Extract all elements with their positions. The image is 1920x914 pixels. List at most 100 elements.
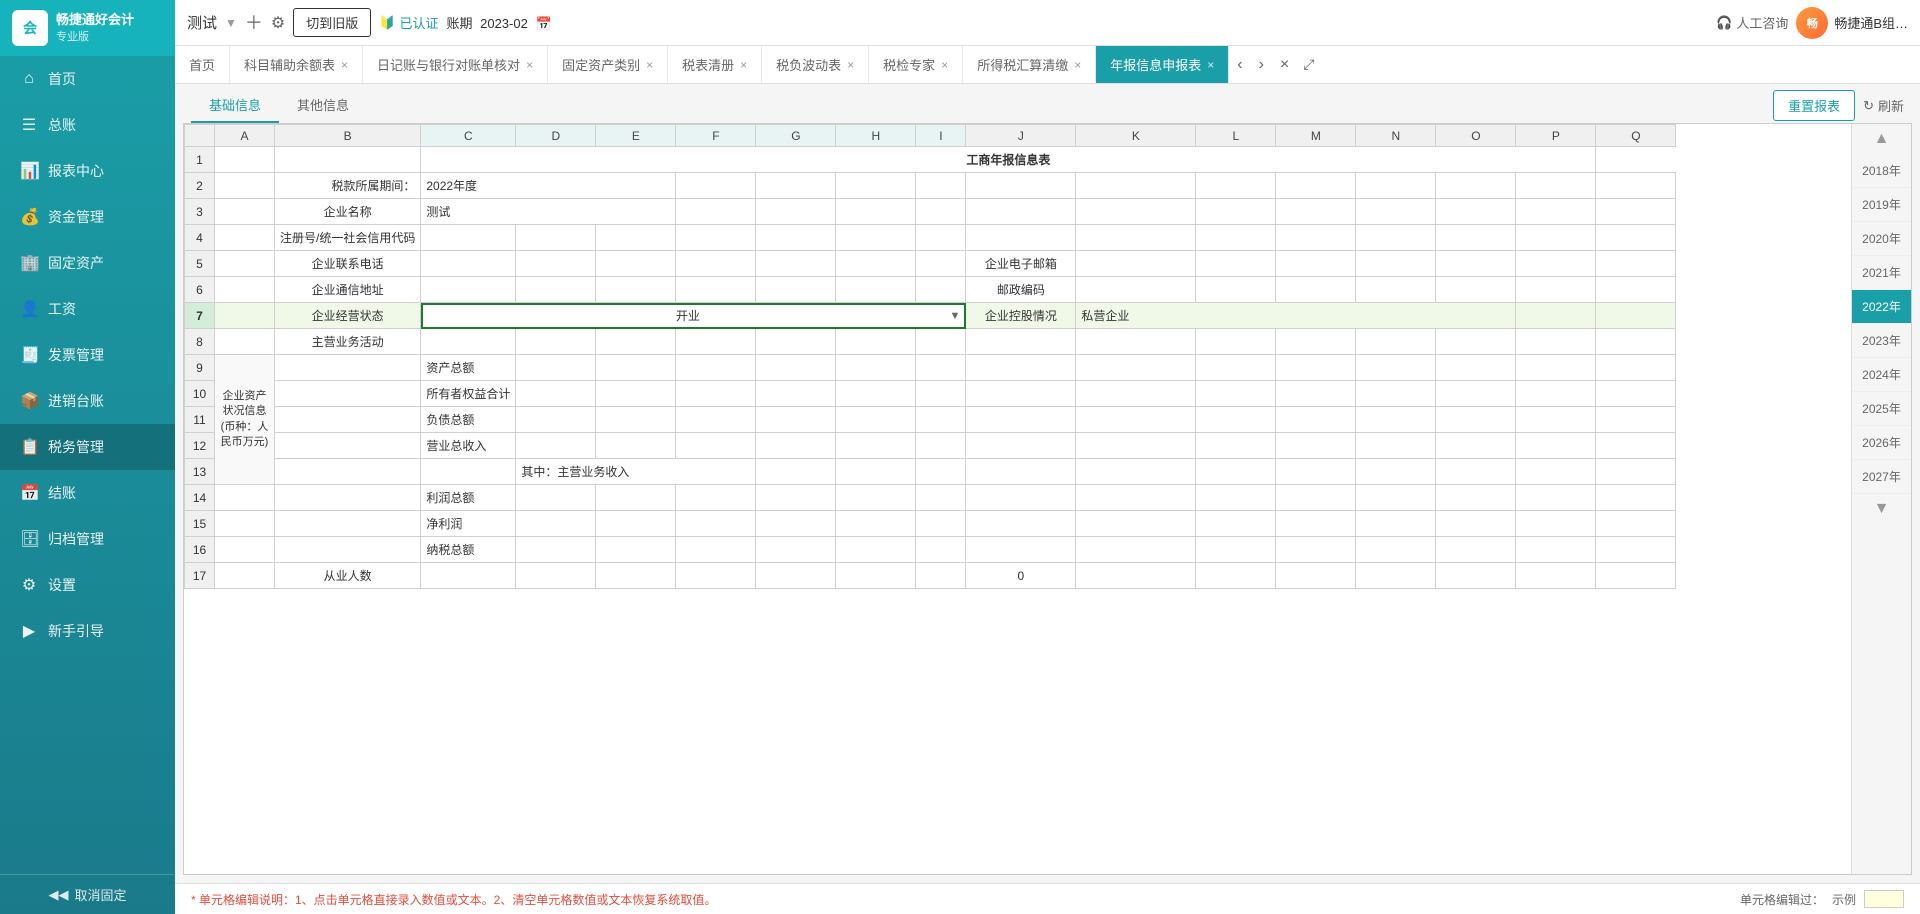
- cell-15-G[interactable]: [756, 511, 836, 537]
- cell-11-D[interactable]: [516, 407, 596, 433]
- col-M-header[interactable]: M: [1276, 125, 1356, 147]
- cell-3-N[interactable]: [1356, 199, 1436, 225]
- cell-12-B[interactable]: [275, 433, 421, 459]
- cell-5-H[interactable]: [836, 251, 916, 277]
- cell-11-L[interactable]: [1196, 407, 1276, 433]
- cell-15-D[interactable]: [516, 511, 596, 537]
- cell-5-O[interactable]: [1436, 251, 1516, 277]
- cell-15-H[interactable]: [836, 511, 916, 537]
- cell-7-C-dropdown[interactable]: 开业 ▼: [421, 303, 966, 329]
- year-scroll-down[interactable]: ▼: [1852, 494, 1911, 524]
- cell-16-N[interactable]: [1356, 537, 1436, 563]
- cell-16-D[interactable]: [516, 537, 596, 563]
- cell-10-N[interactable]: [1356, 381, 1436, 407]
- cell-16-L[interactable]: [1196, 537, 1276, 563]
- cell-10-G[interactable]: [756, 381, 836, 407]
- cell-16-O[interactable]: [1436, 537, 1516, 563]
- cell-10-B[interactable]: [275, 381, 421, 407]
- col-D-header[interactable]: D: [516, 125, 596, 147]
- cell-6-L[interactable]: [1196, 277, 1276, 303]
- cell-17-F[interactable]: [676, 563, 756, 589]
- sidebar-item-archive[interactable]: 🗄 归档管理: [0, 516, 175, 562]
- cell-13-C[interactable]: [421, 459, 516, 485]
- cell-15-J[interactable]: [966, 511, 1076, 537]
- topbar-settings-icon[interactable]: ⚙: [271, 13, 285, 33]
- cell-5-P[interactable]: [1516, 251, 1596, 277]
- cell-13-L[interactable]: [1196, 459, 1276, 485]
- cell-8-H[interactable]: [836, 329, 916, 355]
- col-G-header[interactable]: G: [756, 125, 836, 147]
- cell-5-E[interactable]: [596, 251, 676, 277]
- cell-2-H[interactable]: [836, 173, 916, 199]
- tab-auxiliary[interactable]: 科目辅助余额表 ×: [230, 46, 363, 84]
- col-N-header[interactable]: N: [1356, 125, 1436, 147]
- cell-2-C[interactable]: 2022年度: [421, 173, 676, 199]
- cell-6-J[interactable]: 邮政编码: [966, 277, 1076, 303]
- cell-8-F[interactable]: [676, 329, 756, 355]
- cell-10-K[interactable]: [1076, 381, 1196, 407]
- cell-9-D[interactable]: [516, 355, 596, 381]
- cell-16-J[interactable]: [966, 537, 1076, 563]
- cell-8-E[interactable]: [596, 329, 676, 355]
- cell-5-K[interactable]: [1076, 251, 1196, 277]
- year-2021[interactable]: 2021年: [1852, 256, 1911, 290]
- cell-17-O[interactable]: [1436, 563, 1516, 589]
- cell-17-P[interactable]: [1516, 563, 1596, 589]
- cell-4-J[interactable]: [966, 225, 1076, 251]
- cell-9-P[interactable]: [1516, 355, 1596, 381]
- cell-1-A[interactable]: [215, 147, 275, 173]
- cell-13-O[interactable]: [1436, 459, 1516, 485]
- cell-8-M[interactable]: [1276, 329, 1356, 355]
- cell-6-M[interactable]: [1276, 277, 1356, 303]
- col-F-header[interactable]: F: [676, 125, 756, 147]
- cell-2-Q[interactable]: [1596, 173, 1676, 199]
- cell-10-F[interactable]: [676, 381, 756, 407]
- cell-4-P[interactable]: [1516, 225, 1596, 251]
- tab-tax-expert[interactable]: 税检专家 ×: [869, 46, 963, 84]
- tab-tax-table[interactable]: 税表清册 ×: [668, 46, 762, 84]
- cell-13-Q[interactable]: [1596, 459, 1676, 485]
- year-2020[interactable]: 2020年: [1852, 222, 1911, 256]
- cell-3-M[interactable]: [1276, 199, 1356, 225]
- cell-13-I[interactable]: [916, 459, 966, 485]
- cell-17-J[interactable]: 0: [966, 563, 1076, 589]
- cell-17-L[interactable]: [1196, 563, 1276, 589]
- topbar-dropdown-arrow[interactable]: ▼: [225, 16, 237, 30]
- cell-16-A[interactable]: [215, 537, 275, 563]
- cell-9-C[interactable]: 资产总额: [421, 355, 516, 381]
- cell-17-B[interactable]: 从业人数: [275, 563, 421, 589]
- year-2019[interactable]: 2019年: [1852, 188, 1911, 222]
- cell-6-C[interactable]: [421, 277, 516, 303]
- calendar-icon[interactable]: 📅: [535, 16, 551, 31]
- cell-11-M[interactable]: [1276, 407, 1356, 433]
- col-E-header[interactable]: E: [596, 125, 676, 147]
- cell-12-J[interactable]: [966, 433, 1076, 459]
- cell-11-Q[interactable]: [1596, 407, 1676, 433]
- cell-8-N[interactable]: [1356, 329, 1436, 355]
- year-2025[interactable]: 2025年: [1852, 392, 1911, 426]
- cell-9-A[interactable]: 企业资产状况信息(币种：人民币万元): [215, 355, 275, 485]
- cell-6-K[interactable]: [1076, 277, 1196, 303]
- cell-8-A[interactable]: [215, 329, 275, 355]
- tab-close-icon[interactable]: ×: [941, 58, 948, 72]
- cell-2-P[interactable]: [1516, 173, 1596, 199]
- cell-9-H[interactable]: [836, 355, 916, 381]
- cell-15-L[interactable]: [1196, 511, 1276, 537]
- cell-15-C[interactable]: 净利润: [421, 511, 516, 537]
- cell-8-B[interactable]: 主营业务活动: [275, 329, 421, 355]
- cell-4-M[interactable]: [1276, 225, 1356, 251]
- cell-14-A[interactable]: [215, 485, 275, 511]
- cell-10-M[interactable]: [1276, 381, 1356, 407]
- cell-14-C[interactable]: 利润总额: [421, 485, 516, 511]
- cell-12-I[interactable]: [916, 433, 966, 459]
- cell-1-title[interactable]: 工商年报信息表: [421, 147, 1596, 173]
- year-2024[interactable]: 2024年: [1852, 358, 1911, 392]
- cell-11-J[interactable]: [966, 407, 1076, 433]
- reset-report-button[interactable]: 重置报表: [1773, 90, 1855, 121]
- cell-10-O[interactable]: [1436, 381, 1516, 407]
- cell-15-N[interactable]: [1356, 511, 1436, 537]
- sidebar-item-inventory[interactable]: 📦 进销台账: [0, 378, 175, 424]
- cell-16-M[interactable]: [1276, 537, 1356, 563]
- cell-5-I[interactable]: [916, 251, 966, 277]
- cell-8-C[interactable]: [421, 329, 516, 355]
